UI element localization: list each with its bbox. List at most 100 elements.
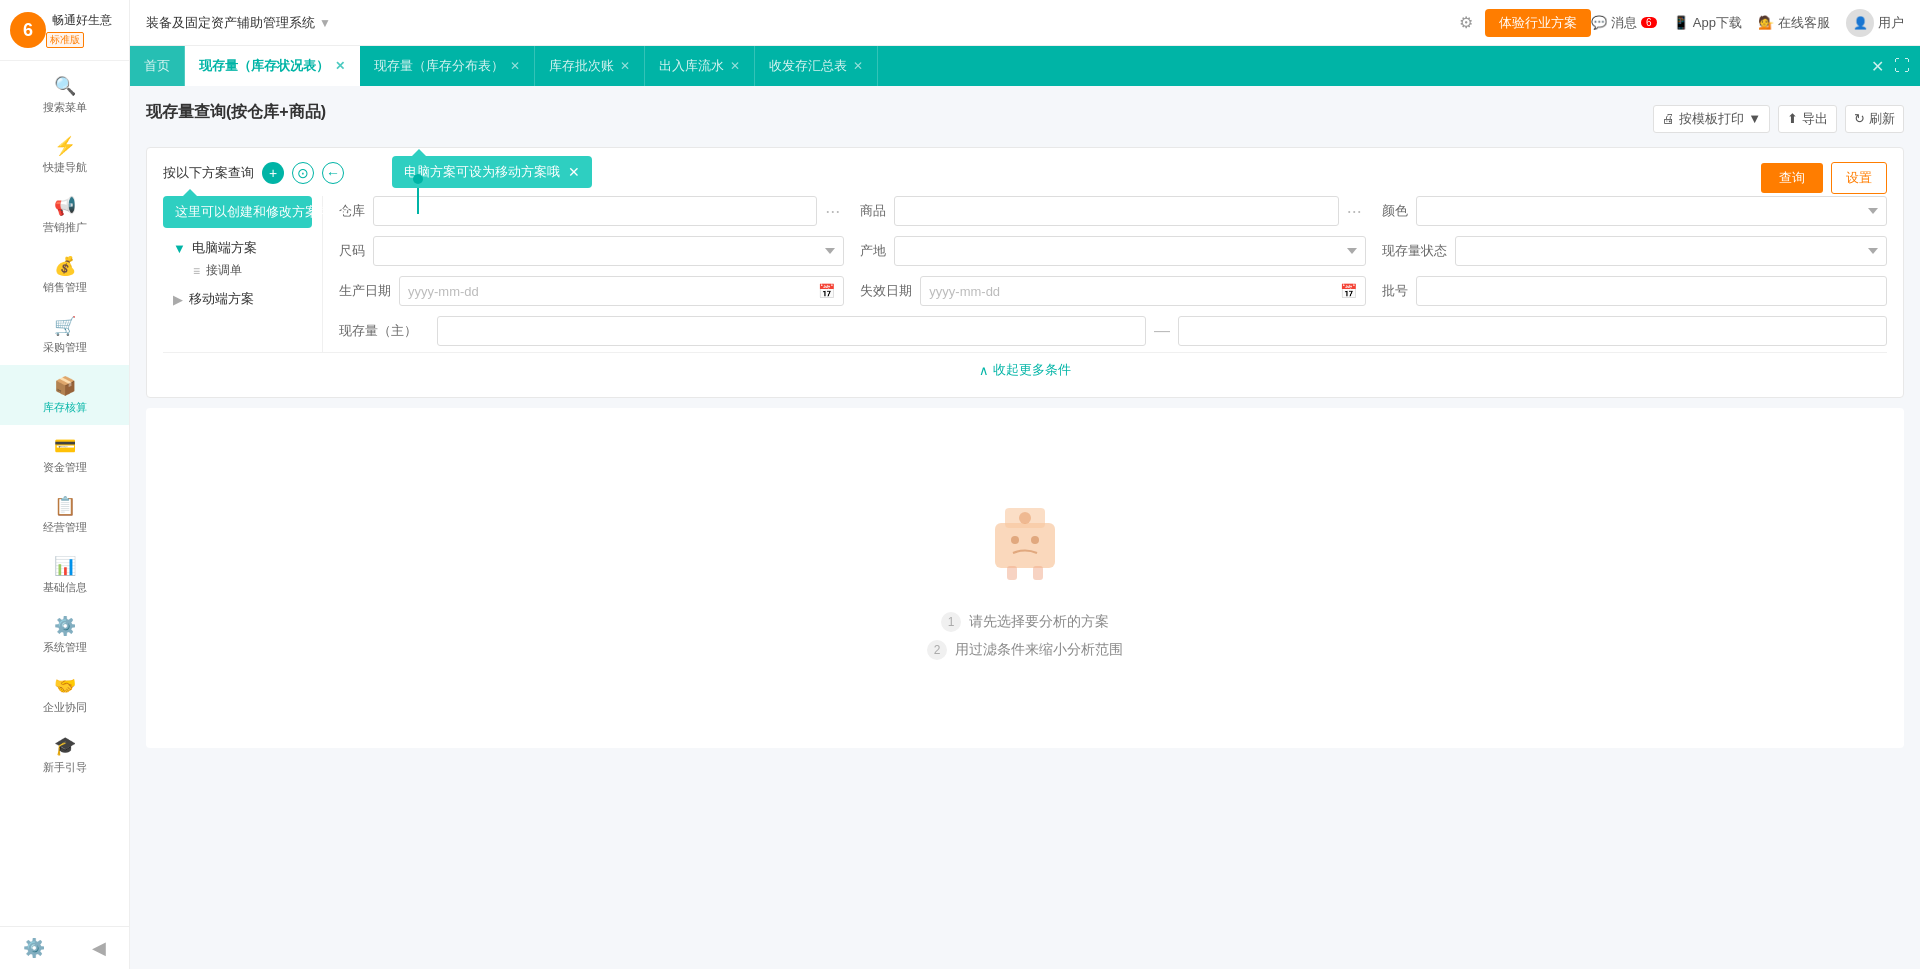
tabbar: 首页 现存量（库存状况表） ✕ 现存量（库存分布表） ✕ 库存批次账 ✕ 出入库… [130,46,1920,86]
user-label: 用户 [1878,14,1904,32]
stock-main-input-to[interactable] [1178,316,1887,346]
tab-receive-summary-label: 收发存汇总表 [769,57,847,75]
tab-inventory-dist[interactable]: 现存量（库存分布表） ✕ [360,46,535,86]
goods-input[interactable] [894,196,1338,226]
scheme-tooltip-close-icon[interactable]: ✕ [568,164,580,180]
tab-close-icon[interactable]: ✕ [620,59,630,73]
sidebar-nav: 🔍 搜索菜单 ⚡ 快捷导航 📢 营销推广 💰 销售管理 🛒 采购管理 📦 库存核… [0,61,129,926]
filter-cell-expire-date: 失效日期 yyyy-mm-dd 📅 [860,276,1365,306]
expire-date-text: yyyy-mm-dd [929,284,1000,299]
scheme-tree-desktop[interactable]: ▼ 电脑端方案 [163,236,312,260]
tab-inout-flow-label: 出入库流水 [659,57,724,75]
quick-icon: ⚡ [54,135,76,157]
tab-close-icon[interactable]: ✕ [853,59,863,73]
sidebar-item-marketing[interactable]: 📢 营销推广 [0,185,129,245]
sidebar-item-operation[interactable]: 📋 经营管理 [0,485,129,545]
sidebar-item-purchase[interactable]: 🛒 采购管理 [0,305,129,365]
size-label: 尺码 [339,242,365,260]
warehouse-dots-icon[interactable]: ··· [821,201,844,222]
refresh-icon: ↻ [1854,111,1865,126]
sidebar-item-search[interactable]: 🔍 搜索菜单 [0,65,129,125]
operation-icon: 📋 [54,495,76,517]
sidebar-bottom: ⚙️ ◀ [0,926,129,969]
stock-main-input-from[interactable] [437,316,1146,346]
scheme-edit-tooltip-close-icon[interactable]: ✕ [339,204,351,220]
sidebar-item-label: 新手引导 [43,760,87,775]
tab-close-icon[interactable]: ✕ [335,59,345,73]
tab-home[interactable]: 首页 [130,46,185,86]
filter-add-button[interactable]: + [262,162,284,184]
sidebar-logo: 6 畅通好生意 标准版 [0,0,129,61]
collapse-bar[interactable]: ∧ 收起更多条件 [163,352,1887,387]
size-select[interactable] [373,236,844,266]
empty-illustration [975,488,1075,588]
color-select[interactable] [1416,196,1887,226]
expire-date-input[interactable]: yyyy-mm-dd 📅 [920,276,1365,306]
scheme-edit-popup: 这里可以创建和修改方案哦 ✕ [163,196,312,228]
filter-cell-batch: 批号 [1382,276,1887,306]
batch-input[interactable] [1416,276,1887,306]
warehouse-input[interactable] [373,196,817,226]
close-all-tabs-icon[interactable]: ✕ [1871,57,1884,76]
app-download-label: App下载 [1693,14,1742,32]
marketing-icon: 📢 [54,195,76,217]
collapse-sidebar-icon[interactable]: ◀ [92,937,106,959]
tab-inout-flow[interactable]: 出入库流水 ✕ [645,46,755,86]
export-button[interactable]: ⬆ 导出 [1778,105,1837,133]
stock-status-select[interactable] [1455,236,1887,266]
hint-1-num: 1 [941,612,961,632]
online-service-button[interactable]: 💁 在线客服 [1758,14,1830,32]
message-button[interactable]: 💬 消息 6 [1591,14,1657,32]
settings-gear-icon[interactable]: ⚙ [1459,13,1473,32]
tab-batch-account[interactable]: 库存批次账 ✕ [535,46,645,86]
logo-badge: 标准版 [46,32,84,48]
system-selector[interactable]: 装备及固定资产辅助管理系统 ▼ [146,14,331,32]
filter-body: 这里可以创建和修改方案哦 ✕ ▼ 电脑端方案 ≡ 接调单 [163,196,1887,352]
basic-icon: 📊 [54,555,76,577]
tab-close-icon[interactable]: ✕ [510,59,520,73]
sidebar-item-system[interactable]: ⚙️ 系统管理 [0,605,129,665]
setting-button[interactable]: 设置 [1831,162,1887,194]
goods-dots-icon[interactable]: ··· [1343,201,1366,222]
sidebar-item-finance[interactable]: 💳 资金管理 [0,425,129,485]
app-download-button[interactable]: 📱 App下载 [1673,14,1742,32]
sidebar-item-guide[interactable]: 🎓 新手引导 [0,725,129,785]
dot-circle [413,174,423,184]
produce-date-label: 生产日期 [339,282,391,300]
goods-label: 商品 [860,202,886,220]
query-button[interactable]: 查询 [1761,163,1823,193]
scheme-desktop-item-0[interactable]: ≡ 接调单 [193,260,312,281]
sidebar-item-sales[interactable]: 💰 销售管理 [0,245,129,305]
sidebar-item-basic[interactable]: 📊 基础信息 [0,545,129,605]
filter-cell-stock-status: 现存量状态 [1382,236,1887,266]
filter-copy-button[interactable]: ⊙ [292,162,314,184]
print-arrow-icon: ▼ [1748,111,1761,126]
sidebar-item-coop[interactable]: 🤝 企业协同 [0,665,129,725]
tab-inventory-status[interactable]: 现存量（库存状况表） ✕ [185,46,360,86]
user-button[interactable]: 👤 用户 [1846,9,1904,37]
stock-status-label: 现存量状态 [1382,242,1447,260]
filter-arrow-button[interactable]: ← [322,162,344,184]
settings-bottom-icon[interactable]: ⚙️ [23,937,45,959]
scheme-tree: ▼ 电脑端方案 ≡ 接调单 ▶ 移动端方案 [163,236,312,311]
print-icon: 🖨 [1662,111,1675,126]
sidebar-item-label: 企业协同 [43,700,87,715]
tab-receive-summary[interactable]: 收发存汇总表 ✕ [755,46,878,86]
print-button[interactable]: 🖨 按模板打印 ▼ [1653,105,1770,133]
sidebar-item-quick[interactable]: ⚡ 快捷导航 [0,125,129,185]
tab-home-label: 首页 [144,57,170,75]
produce-date-input[interactable]: yyyy-mm-dd 📅 [399,276,844,306]
origin-select[interactable] [894,236,1365,266]
sidebar-item-inventory[interactable]: 📦 库存核算 [0,365,129,425]
refresh-button[interactable]: ↻ 刷新 [1845,105,1904,133]
sidebar: 6 畅通好生意 标准版 🔍 搜索菜单 ⚡ 快捷导航 📢 营销推广 💰 销售管理 … [0,0,130,969]
scheme-edit-tooltip-text: 这里可以创建和修改方案哦 [175,203,331,221]
fullscreen-icon[interactable]: ⛶ [1894,57,1910,75]
logo-icon: 6 [10,12,46,48]
scheme-tooltip-popup: 电脑方案可设为移动方案哦 ✕ [392,156,592,188]
trial-button[interactable]: 体验行业方案 [1485,9,1591,37]
svg-point-2 [1019,512,1031,524]
scheme-tree-mobile[interactable]: ▶ 移动端方案 [163,287,312,311]
tab-close-icon[interactable]: ✕ [730,59,740,73]
calendar-icon: 📅 [818,283,835,299]
